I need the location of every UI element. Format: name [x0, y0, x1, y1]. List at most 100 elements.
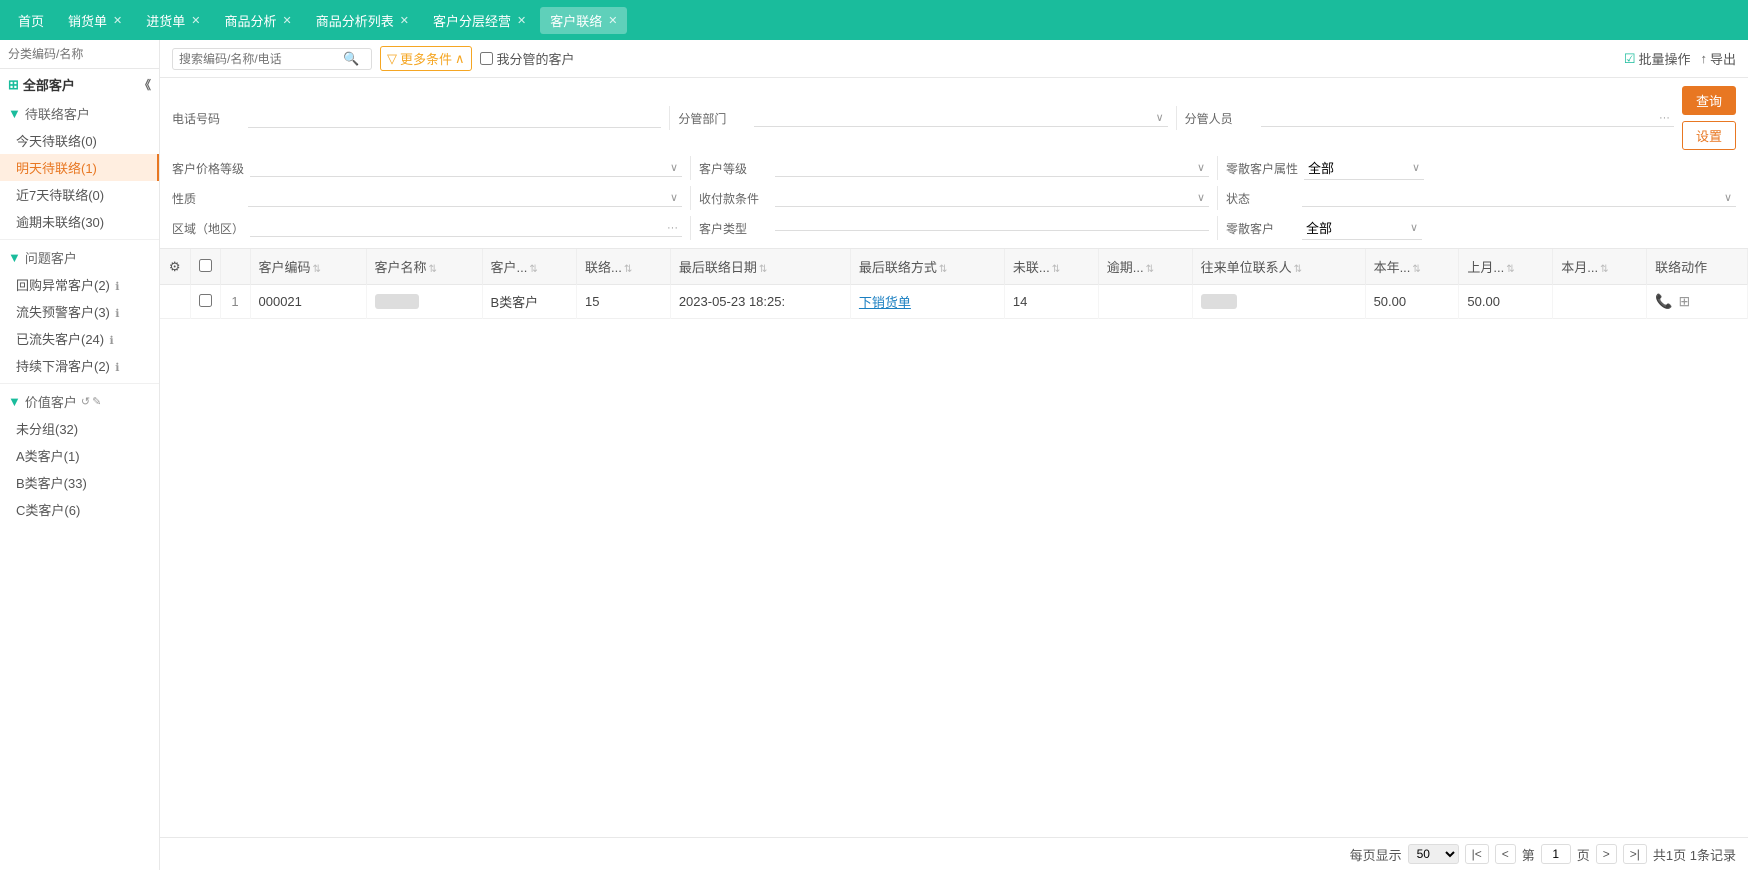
sidebar-divider-2	[0, 383, 159, 384]
export-btn[interactable]: ↑ 导出	[1700, 49, 1736, 68]
th-not-contact[interactable]: 未联...⇅	[1004, 249, 1098, 285]
sidebar-class-a[interactable]: A类客户(1)	[0, 442, 159, 469]
nav-customer-contact[interactable]: 客户联络 ✕	[540, 7, 627, 34]
filter-sep-1	[669, 106, 670, 130]
sidebar-lost-customers[interactable]: 已流失客户(24) ℹ	[0, 325, 159, 352]
filter-customer-level: 客户等级 ∨	[699, 159, 1209, 177]
total-label: 共1页 1条记录	[1653, 845, 1736, 864]
filter-btn[interactable]: ▽ 更多条件 ∧	[380, 46, 472, 71]
my-customers-checkbox[interactable]: 我分管的客户	[480, 49, 575, 68]
th-name[interactable]: 客户名称⇅	[366, 249, 482, 285]
th-this-month[interactable]: 本月...⇅	[1553, 249, 1647, 285]
filter-retail-customer-label: 零散客户	[1226, 220, 1296, 237]
nav-sales[interactable]: 销货单 ✕	[58, 7, 132, 34]
filter-gender-select[interactable]: ∨	[248, 189, 682, 207]
th-this-year[interactable]: 本年...⇅	[1365, 249, 1459, 285]
th-checkbox[interactable]	[190, 249, 220, 285]
th-type[interactable]: 客户...⇅	[482, 249, 576, 285]
filter-gender: 性质 ∨	[172, 189, 682, 207]
action-phone-icon[interactable]: 📞	[1655, 293, 1672, 310]
th-unit-contact[interactable]: 往来单位联系人⇅	[1192, 249, 1365, 285]
filter-retail-attr-label: 零散客户属性	[1226, 160, 1298, 177]
filter-phone-input[interactable]	[248, 109, 661, 128]
th-code[interactable]: 客户编码⇅	[250, 249, 366, 285]
nav-customer-tiering[interactable]: 客户分层经营 ✕	[423, 7, 536, 34]
action-grid-icon[interactable]: ⊞	[1679, 293, 1691, 310]
filter-sep-3	[690, 156, 691, 180]
th-last-contact-date[interactable]: 最后联络日期⇅	[670, 249, 850, 285]
filter-person-select[interactable]: ···	[1261, 110, 1674, 127]
row-checkbox[interactable]	[190, 285, 220, 319]
th-last-month[interactable]: 上月...⇅	[1459, 249, 1553, 285]
row-last-contact-method[interactable]: 下销货单	[850, 285, 1004, 319]
nav-purchase[interactable]: 进货单 ✕	[136, 7, 210, 34]
nav-product-list-close[interactable]: ✕	[400, 14, 409, 27]
row-contact: 15	[576, 285, 670, 319]
per-page-select[interactable]: 50 10 20 100	[1408, 844, 1459, 864]
nav-customer-contact-close[interactable]: ✕	[608, 14, 617, 27]
sort-icon-last-month: ⇅	[1506, 264, 1514, 275]
nav-product-analysis-close[interactable]: ✕	[283, 14, 292, 27]
table-header-row: ⚙ 客户编码⇅ 客户名称⇅ 客户...⇅ 联络...⇅ 最后联络日期⇅ 最后联络…	[160, 249, 1748, 285]
filter-customer-value-arrow: ∨	[670, 161, 678, 174]
query-btn[interactable]: 查询	[1682, 86, 1736, 115]
sidebar-repurchase-abnormal[interactable]: 回购异常客户(2) ℹ	[0, 271, 159, 298]
row-select-checkbox[interactable]	[199, 294, 212, 307]
select-all-checkbox[interactable]	[199, 259, 212, 272]
search-box[interactable]: 🔍	[172, 48, 372, 70]
th-overdue[interactable]: 逾期...⇅	[1098, 249, 1192, 285]
value-section-title: ▼ 价值客户 ↺ ✎	[0, 388, 159, 415]
filter-customer-level-select[interactable]: ∨	[775, 159, 1209, 177]
settings-btn[interactable]: 设置	[1682, 121, 1736, 150]
next-page-btn[interactable]: >	[1596, 844, 1617, 864]
prev-page-btn[interactable]: <	[1495, 844, 1516, 864]
sidebar-today-contact[interactable]: 今天待联络(0)	[0, 127, 159, 154]
filter-customer-level-arrow: ∨	[1197, 161, 1205, 174]
filter-dept-select[interactable]: ∨	[754, 109, 1167, 127]
sidebar-ungrouped[interactable]: 未分组(32)	[0, 415, 159, 442]
filter-region-select[interactable]: ···	[250, 220, 682, 237]
filter-payment-select[interactable]: ∨	[775, 189, 1209, 207]
th-last-contact-method[interactable]: 最后联络方式⇅	[850, 249, 1004, 285]
first-page-btn[interactable]: |<	[1465, 844, 1489, 864]
filter-status-select[interactable]: ∨	[1302, 189, 1736, 207]
nav-product-list-label: 商品分析列表	[316, 11, 394, 30]
batch-op-btn[interactable]: ☑ 批量操作	[1624, 49, 1691, 68]
my-customers-check[interactable]	[480, 52, 493, 65]
sidebar-search-box[interactable]: 🔍	[0, 40, 159, 69]
sort-icon-name: ⇅	[429, 264, 437, 275]
nav-sales-close[interactable]: ✕	[113, 14, 122, 27]
filter-gender-label: 性质	[172, 190, 242, 207]
filter-customer-type-select[interactable]	[775, 226, 1209, 231]
filter-panel: 电话号码 分管部门 ∨ 分管人员 ···	[160, 78, 1748, 249]
last-page-btn[interactable]: >|	[1623, 844, 1647, 864]
page-input[interactable]	[1541, 844, 1571, 864]
sidebar-class-c[interactable]: C类客户(6)	[0, 496, 159, 523]
nav-customer-tiering-close[interactable]: ✕	[517, 14, 526, 27]
sidebar-week-contact[interactable]: 近7天待联络(0)	[0, 181, 159, 208]
collapse-icon[interactable]: 《	[139, 76, 151, 93]
nav-product-list[interactable]: 商品分析列表 ✕	[306, 7, 419, 34]
sort-icon-unit-contact: ⇅	[1294, 264, 1302, 275]
nav-purchase-close[interactable]: ✕	[191, 14, 200, 27]
sidebar-class-b[interactable]: B类客户(33)	[0, 469, 159, 496]
sidebar-overdue-contact[interactable]: 逾期未联络(30)	[0, 208, 159, 235]
page-suffix: 页	[1577, 845, 1590, 864]
nav-product-analysis[interactable]: 商品分析 ✕	[214, 7, 301, 34]
sidebar-search-input[interactable]	[8, 47, 160, 61]
filter-retail-customer-select[interactable]: 全部 ∨	[1302, 216, 1422, 240]
filter-retail-attr-select[interactable]: 全部 ∨	[1304, 156, 1424, 180]
nav-home[interactable]: 首页	[8, 7, 54, 34]
search-input[interactable]	[179, 52, 339, 66]
th-gear[interactable]: ⚙	[160, 249, 190, 285]
row-type: B类客户	[482, 285, 576, 319]
sidebar-losing-customers[interactable]: 流失预警客户(3) ℹ	[0, 298, 159, 325]
sidebar-declining-customers[interactable]: 持续下滑客户(2) ℹ	[0, 352, 159, 379]
filter-region-dots: ···	[667, 222, 678, 234]
filter-retail-customer-val: 全部	[1306, 218, 1332, 237]
sidebar-all-customers[interactable]: ⊞ 全部客户 《	[0, 69, 159, 100]
th-contact[interactable]: 联络...⇅	[576, 249, 670, 285]
sidebar-tomorrow-contact[interactable]: 明天待联络(1)	[0, 154, 159, 181]
filter-customer-value-select[interactable]: ∨	[250, 159, 682, 177]
search-icon[interactable]: 🔍	[343, 51, 359, 67]
